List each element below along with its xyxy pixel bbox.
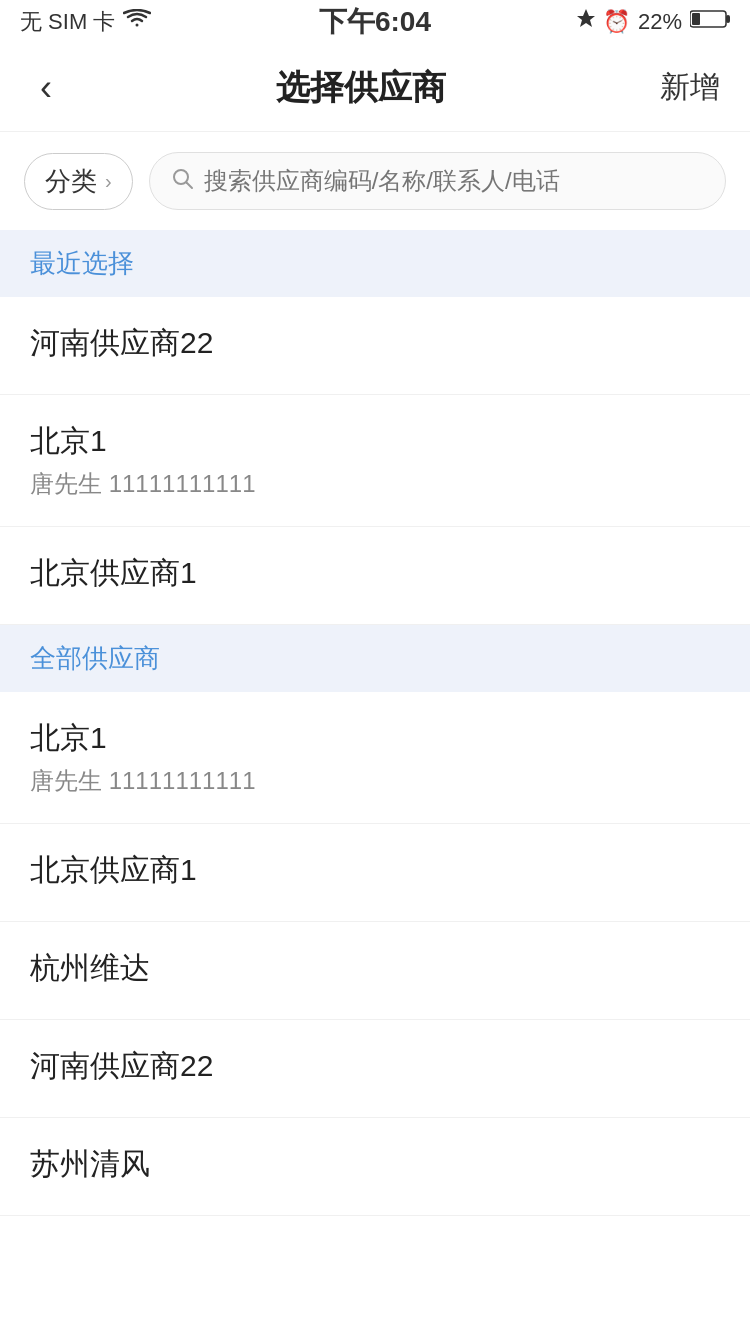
list-item[interactable]: 苏州清风 (0, 1118, 750, 1216)
chevron-right-icon: › (105, 170, 112, 193)
location-icon (577, 9, 595, 35)
recent-list: 河南供应商22 北京1 唐先生 11111111111 北京供应商1 (0, 297, 750, 625)
status-time: 下午6:04 (319, 3, 431, 41)
item-name: 北京1 (30, 718, 720, 759)
list-item[interactable]: 北京供应商1 (0, 824, 750, 922)
nav-bar: ‹ 选择供应商 新增 (0, 44, 750, 132)
carrier-text: 无 SIM 卡 (20, 7, 115, 37)
item-name: 北京1 (30, 421, 720, 462)
category-button[interactable]: 分类 › (24, 153, 133, 210)
all-section-header: 全部供应商 (0, 625, 750, 692)
wifi-icon (123, 9, 151, 35)
list-item[interactable]: 河南供应商22 (0, 1020, 750, 1118)
item-name: 河南供应商22 (30, 323, 720, 364)
item-name: 苏州清风 (30, 1144, 720, 1185)
status-left: 无 SIM 卡 (20, 7, 151, 37)
svg-rect-1 (726, 15, 730, 23)
status-bar: 无 SIM 卡 下午6:04 ⏰ 22% (0, 0, 750, 44)
item-name: 北京供应商1 (30, 850, 720, 891)
list-item[interactable]: 杭州维达 (0, 922, 750, 1020)
all-list: 北京1 唐先生 11111111111 北京供应商1 杭州维达河南供应商22 苏州清风 (0, 692, 750, 1216)
category-label: 分类 (45, 164, 97, 199)
list-item[interactable]: 北京1 唐先生 11111111111 (0, 692, 750, 824)
item-name: 杭州维达 (30, 948, 720, 989)
list-item[interactable]: 北京1 唐先生 11111111111 (0, 395, 750, 527)
item-name: 河南供应商22 (30, 1046, 720, 1087)
item-sub: 唐先生 11111111111 (30, 765, 720, 797)
filter-bar: 分类 › (0, 132, 750, 230)
recent-section-label: 最近选择 (30, 248, 134, 278)
back-button[interactable]: ‹ (30, 57, 62, 119)
search-input[interactable] (204, 167, 705, 195)
page-title: 选择供应商 (276, 65, 446, 111)
battery-icon (690, 9, 730, 35)
list-item[interactable]: 河南供应商22 (0, 297, 750, 395)
search-box (149, 152, 726, 210)
item-name: 北京供应商1 (30, 553, 720, 594)
new-button[interactable]: 新增 (660, 67, 720, 108)
battery-text: 22% (638, 9, 682, 35)
recent-section-header: 最近选择 (0, 230, 750, 297)
alarm-icon: ⏰ (603, 9, 630, 35)
search-icon (170, 165, 194, 197)
list-item[interactable]: 北京供应商1 (0, 527, 750, 625)
all-section-label: 全部供应商 (30, 643, 160, 673)
item-sub: 唐先生 11111111111 (30, 468, 720, 500)
svg-rect-2 (692, 13, 700, 25)
status-right: ⏰ 22% (577, 9, 730, 35)
svg-line-4 (186, 183, 192, 189)
